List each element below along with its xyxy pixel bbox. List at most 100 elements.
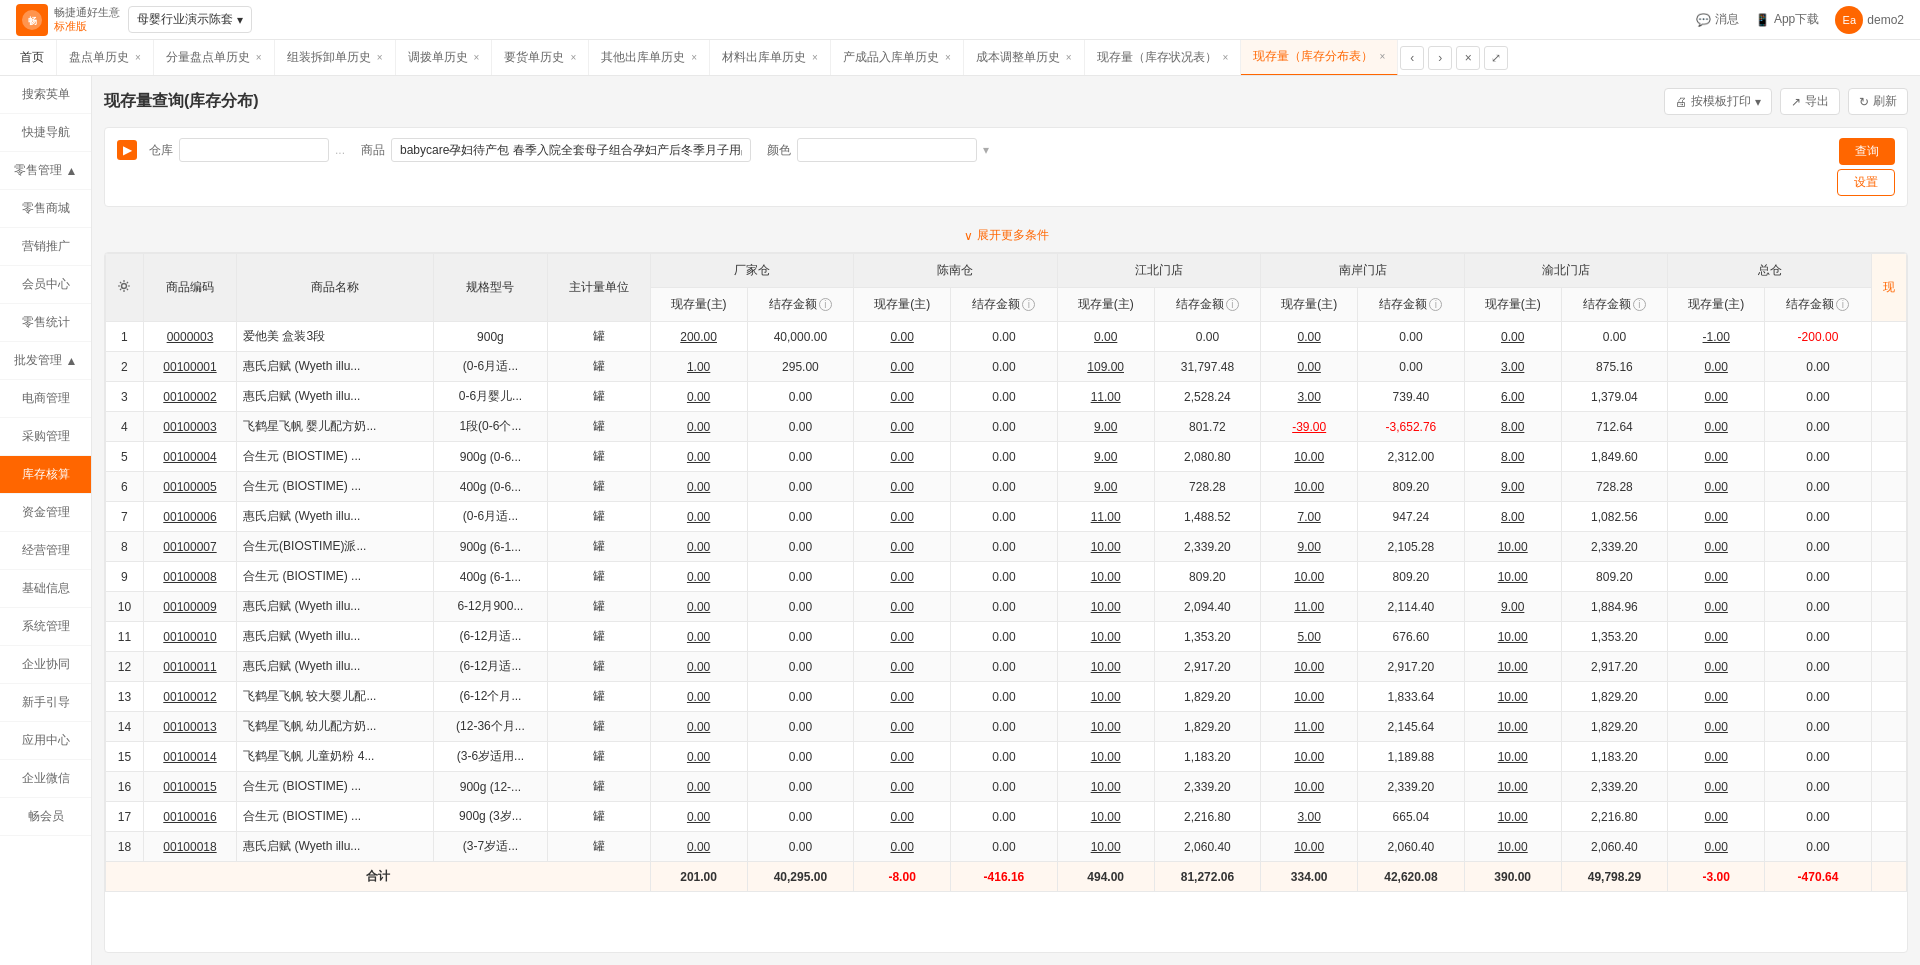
row-yubei-amount: 1,379.04 xyxy=(1561,382,1668,412)
tab-prev-btn[interactable]: ‹ xyxy=(1400,46,1424,70)
col-settings[interactable] xyxy=(106,254,144,322)
sidebar-item-retail-mall[interactable]: 零售商城 xyxy=(0,190,91,228)
row-total-qty: 0.00 xyxy=(1668,832,1765,862)
tab-fenpandian[interactable]: 分量盘点单历史 × xyxy=(154,40,275,76)
sidebar-item-retail-mgmt[interactable]: 零售管理 ▲ xyxy=(0,152,91,190)
tab-qita[interactable]: 其他出库单历史 × xyxy=(589,40,710,76)
close-icon[interactable]: × xyxy=(474,52,480,63)
row-nanan-qty: 11.00 xyxy=(1261,592,1358,622)
close-icon[interactable]: × xyxy=(256,52,262,63)
info-icon[interactable]: i xyxy=(1633,298,1646,311)
close-icon[interactable]: × xyxy=(135,52,141,63)
industry-select[interactable]: 母婴行业演示陈套 ▾ xyxy=(128,6,252,33)
tab-cailiao[interactable]: 材料出库单历史 × xyxy=(710,40,831,76)
tab-chengben[interactable]: 成本调整单历史 × xyxy=(964,40,1085,76)
close-icon[interactable]: × xyxy=(570,52,576,63)
row-name: 飞鹤星飞帆 幼儿配方奶... xyxy=(237,712,434,742)
logo-text: 畅捷通好生意 标准版 xyxy=(54,6,120,32)
row-yubei-qty: 3.00 xyxy=(1464,352,1561,382)
logo-icon: 畅 xyxy=(16,4,48,36)
settings-button[interactable]: 设置 xyxy=(1837,169,1895,196)
tab-chancheng[interactable]: 产成品入库单历史 × xyxy=(831,40,964,76)
tab-next-btn[interactable]: › xyxy=(1428,46,1452,70)
summary-yubei-qty: 390.00 xyxy=(1464,862,1561,892)
info-icon[interactable]: i xyxy=(1836,298,1849,311)
row-factory-qty: 200.00 xyxy=(650,322,747,352)
tab-diaoBo[interactable]: 调拨单历史 × xyxy=(396,40,493,76)
row-jiangbei-qty: 11.00 xyxy=(1057,502,1154,532)
tab-close-all-btn[interactable]: × xyxy=(1456,46,1480,70)
close-icon[interactable]: × xyxy=(1379,51,1385,62)
close-icon[interactable]: × xyxy=(377,52,383,63)
sidebar-item-nav[interactable]: 快捷导航 xyxy=(0,114,91,152)
row-nanan-amount: 1,833.64 xyxy=(1358,682,1465,712)
expand-more-btn[interactable]: ∨ 展开更多条件 xyxy=(104,227,1908,244)
close-icon[interactable]: × xyxy=(1066,52,1072,63)
query-button[interactable]: 查询 xyxy=(1839,138,1895,165)
sidebar-item-marketing[interactable]: 营销推广 xyxy=(0,228,91,266)
row-name: 惠氏启赋 (Wyeth illu... xyxy=(237,352,434,382)
sidebar-item-finance[interactable]: 资金管理 xyxy=(0,494,91,532)
row-nanan-amount: 2,060.40 xyxy=(1358,832,1465,862)
row-chennan-amount: 0.00 xyxy=(951,652,1058,682)
sidebar-item-apps[interactable]: 应用中心 xyxy=(0,722,91,760)
tab-yaohuo[interactable]: 要货单历史 × xyxy=(492,40,589,76)
sidebar-item-wholesale[interactable]: 批发管理 ▲ xyxy=(0,342,91,380)
row-total-qty: 0.00 xyxy=(1668,622,1765,652)
filter-btns: 查询 设置 xyxy=(1837,138,1895,196)
sidebar-item-ecommerce[interactable]: 电商管理 xyxy=(0,380,91,418)
chevron-icon: ▲ xyxy=(66,354,78,368)
close-icon[interactable]: × xyxy=(691,52,697,63)
tab-inventory-status[interactable]: 现存量（库存状况表） × xyxy=(1085,40,1242,76)
sidebar-item-system[interactable]: 系统管理 xyxy=(0,608,91,646)
print-btn[interactable]: 🖨 按模板打印 ▾ xyxy=(1664,88,1772,115)
table-row: 5 00100004 合生元 (BIOSTIME) ... 900g (0-6.… xyxy=(106,442,1907,472)
product-input[interactable] xyxy=(391,138,751,162)
sidebar-item-member[interactable]: 会员中心 xyxy=(0,266,91,304)
row-code: 00100013 xyxy=(143,712,236,742)
sidebar-item-members[interactable]: 畅会员 xyxy=(0,798,91,836)
sidebar-item-operations[interactable]: 经营管理 xyxy=(0,532,91,570)
sidebar-item-inventory[interactable]: 库存核算 xyxy=(0,456,91,494)
tab-home[interactable]: 首页 xyxy=(8,40,57,76)
row-total-qty: 0.00 xyxy=(1668,352,1765,382)
app-download-btn[interactable]: 📱 App下载 xyxy=(1755,11,1819,28)
tab-inventory-dist[interactable]: 现存量（库存分布表） × xyxy=(1241,40,1398,76)
filter-expand-btn[interactable]: ▶ xyxy=(117,140,137,160)
warehouse-input[interactable] xyxy=(179,138,329,162)
tab-maximize-btn[interactable]: ⤢ xyxy=(1484,46,1508,70)
sidebar-item-search[interactable]: 搜索英单 xyxy=(0,76,91,114)
message-btn[interactable]: 💬 消息 xyxy=(1696,11,1739,28)
row-index: 2 xyxy=(106,352,144,382)
color-input[interactable] xyxy=(797,138,977,162)
info-icon[interactable]: i xyxy=(1226,298,1239,311)
row-unit: 罐 xyxy=(548,412,650,442)
tab-pandian[interactable]: 盘点单历史 × xyxy=(57,40,154,76)
row-current xyxy=(1871,532,1906,562)
row-nanan-qty: 3.00 xyxy=(1261,802,1358,832)
user-profile[interactable]: Ea demo2 xyxy=(1835,6,1904,34)
refresh-btn[interactable]: ↻ 刷新 xyxy=(1848,88,1908,115)
sidebar-item-wechat[interactable]: 企业微信 xyxy=(0,760,91,798)
sidebar-item-purchase[interactable]: 采购管理 xyxy=(0,418,91,456)
row-total-qty: -1.00 xyxy=(1668,322,1765,352)
row-chennan-qty: 0.00 xyxy=(854,712,951,742)
info-icon[interactable]: i xyxy=(819,298,832,311)
close-icon[interactable]: × xyxy=(812,52,818,63)
close-icon[interactable]: × xyxy=(945,52,951,63)
row-current xyxy=(1871,412,1906,442)
sidebar-item-guide[interactable]: 新手引导 xyxy=(0,684,91,722)
info-icon[interactable]: i xyxy=(1429,298,1442,311)
info-icon[interactable]: i xyxy=(1022,298,1035,311)
sidebar-item-enterprise[interactable]: 企业协同 xyxy=(0,646,91,684)
export-btn[interactable]: ↗ 导出 xyxy=(1780,88,1840,115)
close-icon[interactable]: × xyxy=(1223,52,1229,63)
sidebar-item-retail-stats[interactable]: 零售统计 xyxy=(0,304,91,342)
row-code: 00100002 xyxy=(143,382,236,412)
sidebar-item-basic-info[interactable]: 基础信息 xyxy=(0,570,91,608)
row-nanan-amount: 739.40 xyxy=(1358,382,1465,412)
table-row: 17 00100016 合生元 (BIOSTIME) ... 900g (3岁.… xyxy=(106,802,1907,832)
row-name: 合生元 (BIOSTIME) ... xyxy=(237,442,434,472)
tab-zuchai[interactable]: 组装拆卸单历史 × xyxy=(275,40,396,76)
row-yubei-amount: 712.64 xyxy=(1561,412,1668,442)
